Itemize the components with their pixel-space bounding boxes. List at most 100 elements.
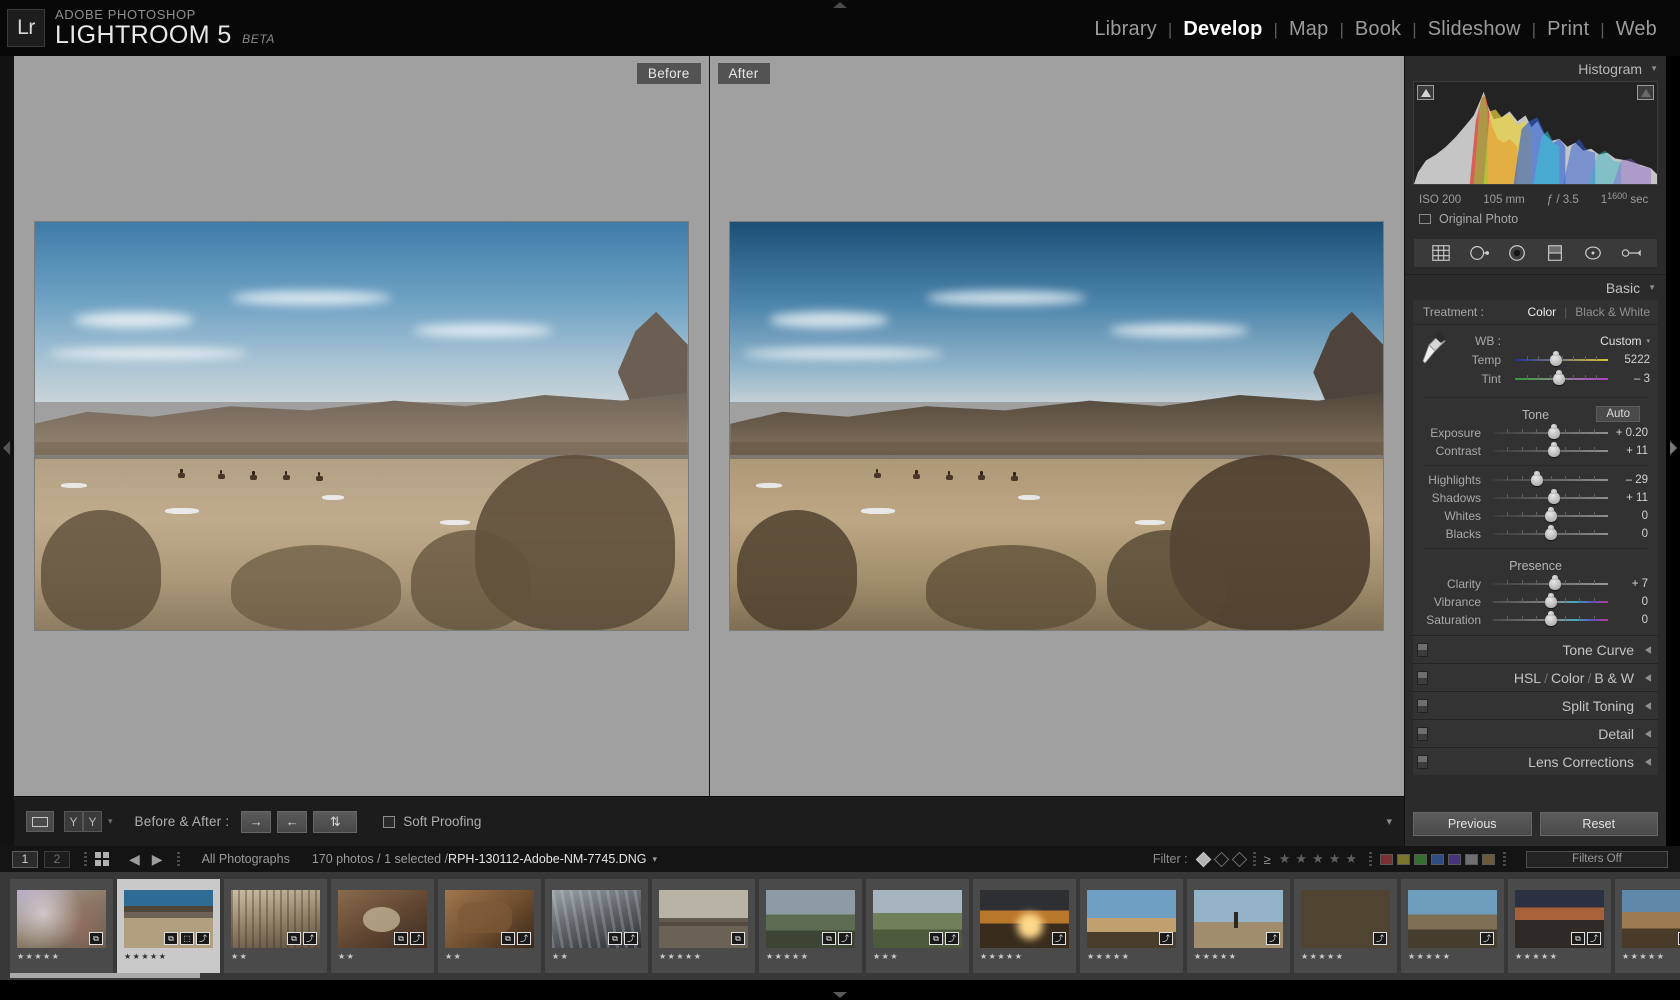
contrast-slider-knob[interactable] xyxy=(1548,445,1560,457)
hsl-color-bw-panel-header[interactable]: HSL/Color/B & W xyxy=(1413,663,1658,691)
list-item[interactable]: ⤴ ★★★★★ xyxy=(1294,879,1397,973)
color-label-custom[interactable] xyxy=(1482,854,1495,865)
star-2-icon[interactable]: ★ xyxy=(1295,851,1307,867)
chevron-left-icon[interactable] xyxy=(1645,702,1651,710)
tint-value[interactable]: – 3 xyxy=(1614,373,1650,385)
saturation-slider-knob[interactable] xyxy=(1545,614,1557,626)
chevron-down-icon[interactable]: ▼ xyxy=(1650,64,1658,73)
flag-rejected-icon[interactable] xyxy=(1231,851,1247,867)
thumbnail-rating[interactable]: ★★★★★ xyxy=(980,952,1069,962)
module-map[interactable]: Map xyxy=(1278,18,1340,41)
spot-removal-icon[interactable] xyxy=(1468,243,1490,263)
bottom-panel-grip[interactable] xyxy=(833,992,847,998)
exposure-slider[interactable] xyxy=(1493,428,1608,438)
star-3-icon[interactable]: ★ xyxy=(1312,851,1324,867)
tone-curve-panel-header[interactable]: Tone Curve xyxy=(1413,635,1658,663)
highlight-clipping-icon[interactable] xyxy=(1637,85,1654,100)
blacks-slider-knob[interactable] xyxy=(1545,528,1557,540)
flag-y-button-2[interactable]: Y xyxy=(83,811,102,832)
develop-badge-icon[interactable]: ⤴ xyxy=(1159,932,1173,945)
vibrance-value[interactable]: 0 xyxy=(1614,596,1648,608)
temp-slider[interactable] xyxy=(1515,355,1608,365)
before-pane[interactable]: Before xyxy=(14,56,710,796)
list-item[interactable]: ⧉⬚⤴ ★★★★★ xyxy=(117,879,220,973)
flag-unflagged-icon[interactable] xyxy=(1213,851,1229,867)
module-print[interactable]: Print xyxy=(1536,18,1600,41)
develop-badge-icon[interactable]: ⤴ xyxy=(196,932,210,945)
module-develop[interactable]: Develop xyxy=(1172,18,1273,41)
tint-slider[interactable] xyxy=(1515,374,1608,384)
red-eye-icon[interactable] xyxy=(1506,243,1528,263)
previous-button[interactable]: Previous xyxy=(1413,812,1532,836)
thumbnail-rating[interactable]: ★★ xyxy=(231,952,320,962)
chevron-left-icon[interactable] xyxy=(1645,674,1651,682)
list-item[interactable]: ⧉⤴ ★★ xyxy=(331,879,434,973)
thumbnail-rating[interactable]: ★★★★★ xyxy=(1622,952,1680,962)
temp-slider-knob[interactable] xyxy=(1550,354,1562,366)
contrast-value[interactable]: + 11 xyxy=(1614,445,1648,457)
develop-badge-icon[interactable]: ⤴ xyxy=(624,932,638,945)
thumbnail-rating[interactable]: ★★★★★ xyxy=(1408,952,1497,962)
thumbnail-rating[interactable]: ★★★★★ xyxy=(17,952,106,962)
panel-enable-switch[interactable] xyxy=(1417,643,1428,657)
tint-slider-knob[interactable] xyxy=(1553,373,1565,385)
copy-after-to-before-icon[interactable]: → xyxy=(241,811,271,833)
filters-off-dropdown[interactable]: Filters Off xyxy=(1526,851,1668,868)
reset-button[interactable]: Reset xyxy=(1540,812,1659,836)
list-item[interactable]: ⧉⤴ ★★★★★ xyxy=(1508,879,1611,973)
blacks-slider[interactable] xyxy=(1493,529,1608,539)
flag-y-button-1[interactable]: Y xyxy=(64,811,83,832)
color-label-red[interactable] xyxy=(1380,854,1393,865)
list-item[interactable]: ⧉⤴ ★★★★★ xyxy=(759,879,862,973)
swap-before-after-icon[interactable]: ⇅ xyxy=(313,811,357,833)
develop-badge-icon[interactable]: ⤴ xyxy=(838,932,852,945)
chevron-down-icon[interactable]: ▾ xyxy=(653,854,658,865)
thumbnail-rating[interactable]: ★★★★★ xyxy=(1515,952,1604,962)
whites-slider-knob[interactable] xyxy=(1545,510,1557,522)
list-item[interactable]: ⧉⤴ ★★ xyxy=(438,879,541,973)
stack-badge-icon[interactable]: ⧉ xyxy=(501,932,515,945)
develop-badge-icon[interactable]: ⤴ xyxy=(1373,932,1387,945)
before-photo[interactable] xyxy=(34,221,689,631)
stack-badge-icon[interactable]: ⧉ xyxy=(929,932,943,945)
soft-proofing-checkbox[interactable] xyxy=(383,816,395,828)
module-book[interactable]: Book xyxy=(1344,18,1412,41)
wb-preset-dropdown[interactable]: Custom ▾ xyxy=(1600,334,1650,348)
histogram-panel[interactable] xyxy=(1413,81,1658,185)
clarity-slider-knob[interactable] xyxy=(1549,578,1561,590)
screen-2-button[interactable]: 2 xyxy=(44,851,70,868)
highlights-slider[interactable] xyxy=(1493,475,1608,485)
graduated-filter-icon[interactable] xyxy=(1544,243,1566,263)
shadows-slider[interactable] xyxy=(1493,493,1608,503)
stack-badge-icon[interactable]: ⧉ xyxy=(1571,932,1585,945)
thumbnail-rating[interactable]: ★★ xyxy=(445,952,534,962)
thumbnail-rating[interactable]: ★★★★★ xyxy=(124,952,213,962)
current-filename[interactable]: RPH-130112-Adobe-NM-7745.DNG xyxy=(448,852,646,866)
flag-picked-icon[interactable] xyxy=(1195,851,1211,867)
stack-badge-icon[interactable]: ⧉ xyxy=(731,932,745,945)
forward-arrow-icon[interactable]: ▶ xyxy=(152,851,163,868)
after-photo[interactable] xyxy=(729,221,1384,631)
list-item[interactable]: ⤴ ★★★★★ xyxy=(1401,879,1504,973)
develop-badge-icon[interactable]: ⤴ xyxy=(303,932,317,945)
filmstrip-scrollbar[interactable] xyxy=(10,973,200,978)
shadows-slider-knob[interactable] xyxy=(1548,492,1560,504)
filmstrip[interactable]: ⧉ ★★★★★ ⧉⬚⤴ ★★★★★ ⧉⤴ ★★ ⧉⤴ ★★ xyxy=(0,872,1680,980)
back-arrow-icon[interactable]: ◀ xyxy=(129,851,140,868)
soft-proofing-toggle[interactable]: Soft Proofing xyxy=(383,814,481,829)
star-5-icon[interactable]: ★ xyxy=(1345,851,1357,867)
develop-badge-icon[interactable]: ⤴ xyxy=(1480,932,1494,945)
stack-badge-icon[interactable]: ⧉ xyxy=(89,932,103,945)
panel-enable-switch[interactable] xyxy=(1417,699,1428,713)
adjustment-brush-icon[interactable] xyxy=(1620,243,1642,263)
rating-operator-icon[interactable]: ≥ xyxy=(1264,852,1271,867)
thumbnail-rating[interactable]: ★★★★★ xyxy=(1194,952,1283,962)
list-item[interactable]: ⤴ ★★★★★ xyxy=(973,879,1076,973)
develop-badge-icon[interactable]: ⤴ xyxy=(1052,932,1066,945)
color-label-yellow[interactable] xyxy=(1397,854,1410,865)
thumbnail-rating[interactable]: ★★★★★ xyxy=(1087,952,1176,962)
shadow-clipping-icon[interactable] xyxy=(1417,85,1434,100)
thumbnail-rating[interactable]: ★★★★★ xyxy=(659,952,748,962)
after-pane[interactable]: After xyxy=(710,56,1405,796)
thumbnail-rating[interactable]: ★★★ xyxy=(873,952,962,962)
